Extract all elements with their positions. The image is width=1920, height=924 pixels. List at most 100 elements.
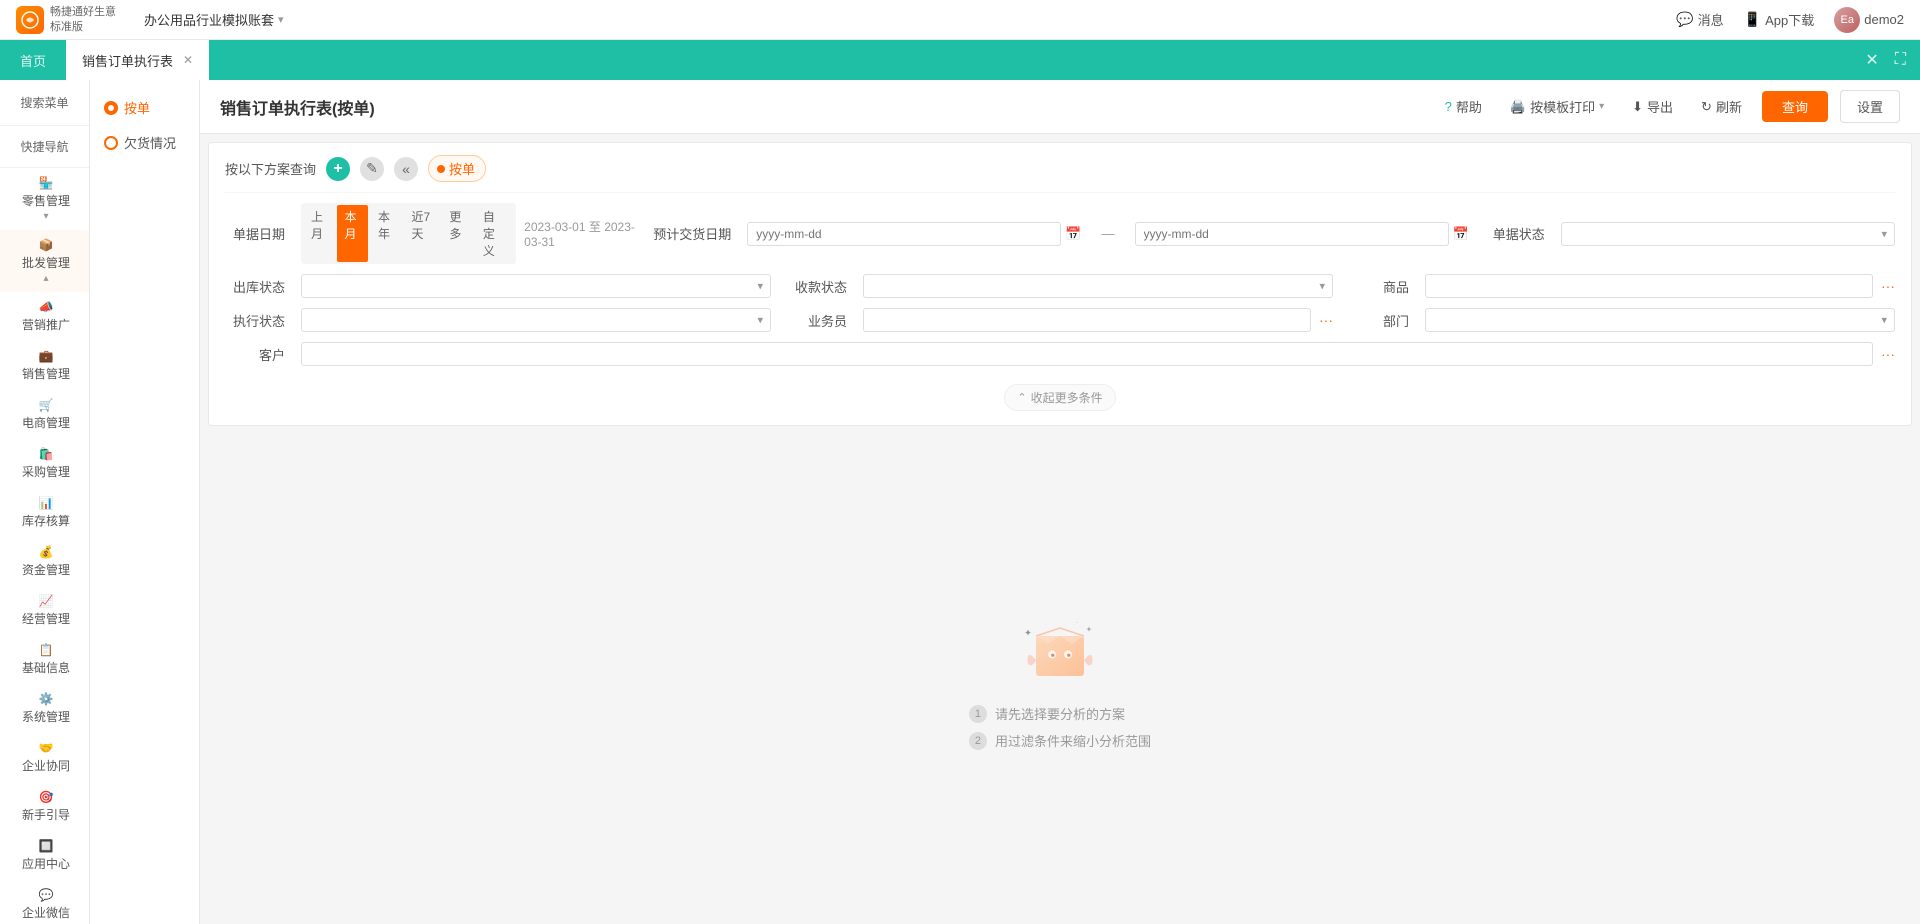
tab-bar: 首页 销售订单执行表 ✕ ✕ ⛶ (0, 40, 1920, 80)
date-control: 上月 本月 本年 近7天 更多 自定义 2023-03-01 至 2023-03… (301, 203, 635, 264)
logo-text: 畅捷通好生意 标准版 (50, 5, 116, 34)
basic-label: 基础信息 (22, 659, 70, 676)
search-button[interactable]: 查询 (1762, 91, 1828, 122)
payment-status-select[interactable] (863, 274, 1333, 298)
tab-sales-exec[interactable]: 销售订单执行表 ✕ (66, 40, 209, 80)
schema-edit-button[interactable]: ✎ (360, 157, 384, 181)
calendar-end-icon[interactable]: 📅 (1453, 226, 1469, 242)
expected-date-start-wrap: 📅 (747, 222, 1081, 246)
salesperson-more-icon[interactable]: ··· (1319, 312, 1333, 328)
print-button[interactable]: 🖨️ 按模板打印 ▾ (1502, 93, 1612, 120)
sidebar-item-enterprise[interactable]: 🤝 企业协同 (0, 733, 89, 782)
active-schema-tag: 按单 (428, 155, 486, 182)
sub-sidebar-item-order[interactable]: 按单 (90, 90, 199, 125)
order-label: 按单 (124, 98, 150, 117)
collapse-button[interactable]: ⌃ 收起更多条件 (1004, 384, 1115, 411)
schema-collapse-button[interactable]: « (394, 157, 418, 181)
sidebar-item-system[interactable]: ⚙️ 系统管理 (0, 684, 89, 733)
operations-icon: 📈 (39, 594, 54, 608)
payment-status-label: 收款状态 (787, 277, 847, 296)
collapse-chevron-icon: ⌃ (1017, 391, 1026, 404)
schema-tag-label: 按单 (449, 159, 475, 178)
sidebar-item-ecommerce[interactable]: 🛒 电商管理 (0, 390, 89, 439)
date-tab-this-year[interactable]: 本年 (370, 205, 402, 262)
sidebar-item-operations[interactable]: 📈 经营管理 (0, 586, 89, 635)
refresh-button[interactable]: ↻ 刷新 (1693, 93, 1750, 120)
tab-fullscreen-icon[interactable]: ⛶ (1891, 47, 1910, 73)
tab-home[interactable]: 首页 (0, 40, 66, 80)
expected-date-start-input[interactable] (747, 222, 1061, 246)
svg-text:✦: ✦ (1086, 625, 1093, 634)
exec-status-select[interactable] (301, 308, 771, 332)
export-label: 导出 (1647, 97, 1673, 116)
message-action[interactable]: 💬 消息 (1676, 10, 1723, 29)
sidebar-item-marketing[interactable]: 📣 营销推广 (0, 292, 89, 341)
schema-tag-dot-icon (437, 165, 445, 173)
date-tab-last-month[interactable]: 上月 (303, 205, 335, 262)
sub-sidebar-item-debt[interactable]: 欠货情况 (90, 125, 199, 160)
salesperson-control: ··· (863, 308, 1333, 332)
calendar-start-icon[interactable]: 📅 (1065, 226, 1081, 242)
settings-button[interactable]: 设置 (1840, 90, 1900, 123)
goods-more-icon[interactable]: ··· (1881, 278, 1895, 294)
sidebar-nav-label[interactable]: 快捷导航 (0, 132, 89, 161)
salesperson-input[interactable] (863, 308, 1311, 332)
tip-2-num: 2 (969, 732, 987, 750)
collapse-label: 收起更多条件 (1031, 389, 1103, 406)
debt-dot-icon (104, 136, 118, 150)
dept-select[interactable] (1425, 308, 1895, 332)
delivery-status-select[interactable] (301, 274, 771, 298)
sidebar-item-purchase[interactable]: 🛍️ 采购管理 (0, 439, 89, 488)
breadcrumb-arrow-icon: ▾ (278, 13, 284, 26)
date-tab-more[interactable]: 更多 (441, 205, 473, 262)
sidebar-item-basic[interactable]: 📋 基础信息 (0, 635, 89, 684)
help-button[interactable]: ? 帮助 (1437, 93, 1490, 120)
sales-exec-tab-label: 销售订单执行表 (82, 51, 173, 70)
sidebar-item-finance[interactable]: 💰 资金管理 (0, 537, 89, 586)
newbie-label: 新手引导 (22, 806, 70, 823)
sidebar-item-apps[interactable]: 🔲 应用中心 (0, 831, 89, 880)
dept-label: 部门 (1349, 311, 1409, 330)
customer-more-icon[interactable]: ··· (1881, 346, 1895, 362)
app-download-icon: 📱 (1744, 11, 1761, 28)
empty-tip-1: 1 请先选择要分析的方案 (969, 704, 1151, 723)
page-actions: ? 帮助 🖨️ 按模板打印 ▾ ⬇ 导出 ↻ 刷新 查询 设置 (1437, 90, 1900, 123)
sidebar-item-sales[interactable]: 💼 销售管理 (0, 341, 89, 390)
tab-close-icon[interactable]: ✕ (183, 53, 193, 67)
app-download-action[interactable]: 📱 App下载 (1744, 10, 1815, 29)
wechat-label: 企业微信 (22, 904, 70, 921)
sidebar-item-inventory[interactable]: 📊 库存核算 (0, 488, 89, 537)
date-tab-custom[interactable]: 自定义 (475, 205, 514, 262)
date-separator: — (1098, 226, 1119, 241)
sidebar-item-newbie[interactable]: 🎯 新手引导 (0, 782, 89, 831)
status-select[interactable] (1561, 222, 1895, 246)
customer-input[interactable] (301, 342, 1873, 366)
expected-date-label: 预计交货日期 (651, 224, 731, 243)
sidebar-item-wechat[interactable]: 💬 企业微信 (0, 880, 89, 924)
breadcrumb[interactable]: 办公用品行业模拟账套 ▾ (144, 10, 284, 29)
tab-close-all-icon[interactable]: ✕ (1861, 46, 1882, 74)
sidebar-search-label[interactable]: 搜索菜单 (8, 88, 81, 117)
date-tab-last7[interactable]: 近7天 (404, 205, 440, 262)
empty-illustration: ✦ ✦ · (1020, 608, 1100, 688)
date-range-text: 2023-03-01 至 2023-03-31 (524, 218, 635, 249)
expected-date-end-input[interactable] (1135, 222, 1449, 246)
finance-icon: 💰 (39, 545, 54, 559)
sub-sidebar: 按单 欠货情况 (90, 80, 200, 924)
message-label: 消息 (1698, 10, 1724, 29)
goods-input[interactable] (1425, 274, 1873, 298)
goods-control: ··· (1425, 274, 1895, 298)
help-label: 帮助 (1456, 97, 1482, 116)
delivery-status-label: 出库状态 (225, 277, 285, 296)
export-button[interactable]: ⬇ 导出 (1624, 93, 1681, 120)
sidebar-item-wholesale[interactable]: 📦 批发管理 ▴ (0, 230, 89, 292)
refresh-label: 刷新 (1716, 97, 1742, 116)
date-tab-this-month[interactable]: 本月 (337, 205, 369, 262)
tip-2-text: 用过滤条件来缩小分析范围 (995, 731, 1151, 750)
collapse-row: ⌃ 收起更多条件 (225, 376, 1895, 413)
tip-1-num: 1 (969, 705, 987, 723)
sidebar-item-retail[interactable]: 🏪 零售管理 ▾ (0, 168, 89, 230)
schema-add-button[interactable]: + (326, 157, 350, 181)
user-action[interactable]: Ea demo2 (1834, 7, 1904, 33)
page-title: 销售订单执行表(按单) (220, 95, 375, 119)
